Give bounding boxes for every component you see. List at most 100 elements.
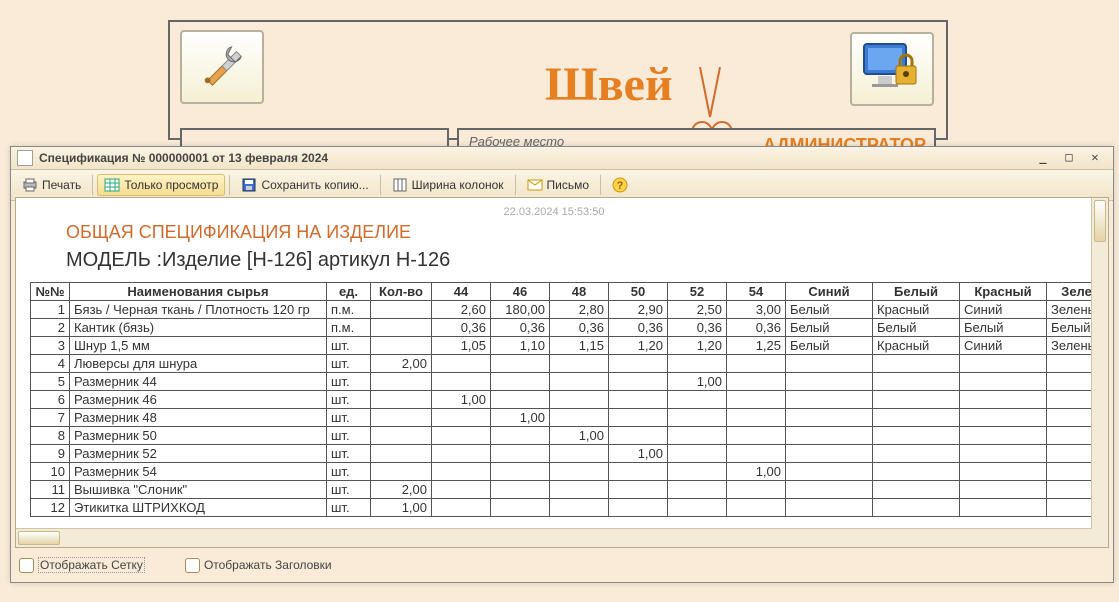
cell [960,373,1047,391]
table-row[interactable]: 6Размерник 46шт.1,00 [31,391,1093,409]
cell: Красный [873,337,960,355]
cell: Шнур 1,5 мм [70,337,327,355]
cell [550,499,609,517]
cell [786,355,873,373]
cell: Этикитка ШТРИХКОД [70,499,327,517]
cell: Размерник 50 [70,427,327,445]
cell [432,427,491,445]
cell [960,463,1047,481]
horizontal-scrollbar[interactable] [16,528,1092,547]
cell [960,391,1047,409]
cell: 1,00 [668,373,727,391]
cell: Люверсы для шнура [70,355,327,373]
cell [491,499,550,517]
window-titlebar[interactable]: Спецификация № 000000001 от 13 февраля 2… [11,147,1113,170]
cell: 0,36 [491,319,550,337]
cell: 1,00 [371,499,432,517]
table-row[interactable]: 8Размерник 50шт.1,00 [31,427,1093,445]
cell: Размерник 52 [70,445,327,463]
cell [786,409,873,427]
cell [550,445,609,463]
cell: 180,00 [491,301,550,319]
table-row[interactable]: 11Вышивка "Слоник"шт.2,00 [31,481,1093,499]
vertical-scrollbar[interactable] [1091,198,1108,529]
column-width-button[interactable]: Ширина колонок [385,174,511,196]
print-button[interactable]: Печать [15,174,88,196]
col-header-size-52: 52 [668,283,727,301]
col-header-size-46: 46 [491,283,550,301]
cell [432,499,491,517]
maximize-button[interactable]: □ [1057,150,1081,166]
cell [1047,355,1093,373]
show-grid-label: Отображать Сетку [38,557,145,573]
cell [873,463,960,481]
cell: Размерник 48 [70,409,327,427]
cell: Синий [960,337,1047,355]
table-row[interactable]: 5Размерник 44шт.1,00 [31,373,1093,391]
table-row[interactable]: 1Бязь / Черная ткань / Плотность 120 грп… [31,301,1093,319]
letter-button[interactable]: Письмо [520,174,597,196]
table-row[interactable]: 3Шнур 1,5 ммшт.1,051,101,151,201,201,25Б… [31,337,1093,355]
cell [609,499,668,517]
cell [1047,463,1093,481]
cell: 1 [31,301,70,319]
cell: 6 [31,391,70,409]
printer-icon [22,177,38,193]
cell [668,391,727,409]
svg-text:?: ? [617,180,624,192]
cell [491,427,550,445]
cell [873,481,960,499]
col-header-qty: Кол-во [371,283,432,301]
table-row[interactable]: 10Размерник 54шт.1,00 [31,463,1093,481]
cell [609,355,668,373]
cell [873,355,960,373]
col-header-name: Наименования сырья [70,283,327,301]
checkbox-box [19,558,34,573]
cell [371,319,432,337]
cell [609,409,668,427]
show-headers-checkbox[interactable]: Отображать Заголовки [185,558,332,573]
cell: 2,50 [668,301,727,319]
cell: 4 [31,355,70,373]
table-row[interactable]: 9Размерник 52шт.1,00 [31,445,1093,463]
cell: Бязь / Черная ткань / Плотность 120 гр [70,301,327,319]
cell: шт. [327,481,371,499]
help-button[interactable]: ? [605,174,635,196]
cell [727,409,786,427]
cell [491,373,550,391]
cell [550,463,609,481]
table-row[interactable]: 7Размерник 48шт.1,00 [31,409,1093,427]
view-only-button[interactable]: Только просмотр [97,174,225,196]
cell: Белый [873,319,960,337]
cell: 1,05 [432,337,491,355]
cell: 7 [31,409,70,427]
table-row[interactable]: 4Люверсы для шнурашт.2,00 [31,355,1093,373]
cell: 5 [31,373,70,391]
table-row[interactable]: 12Этикитка ШТРИХКОДшт.1,00 [31,499,1093,517]
cell [960,427,1047,445]
show-grid-checkbox[interactable]: Отображать Сетку [19,557,145,573]
minimize-button[interactable]: _ [1031,150,1055,166]
cell: 2,00 [371,355,432,373]
close-button[interactable]: ✕ [1083,150,1107,166]
monitor-lock-icon-box[interactable] [850,32,934,106]
document-window: Спецификация № 000000001 от 13 февраля 2… [10,146,1114,583]
cell: шт. [327,391,371,409]
cell [727,499,786,517]
cell: 1,20 [668,337,727,355]
cell [371,301,432,319]
window-title: Спецификация № 000000001 от 13 февраля 2… [39,151,328,165]
letter-label: Письмо [547,178,590,192]
cell [786,445,873,463]
cell [609,391,668,409]
cell: 1,00 [550,427,609,445]
cell [960,445,1047,463]
table-header-row: №№ Наименования сырья ед. Кол-во 44 46 4… [31,283,1093,301]
cell: шт. [327,445,371,463]
cell [727,391,786,409]
tools-icon-box[interactable] [180,30,264,104]
content-area: 22.03.2024 15:53:50 ОБЩАЯ СПЕЦИФИКАЦИЯ Н… [15,197,1109,548]
table-row[interactable]: 2Кантик (бязь)п.м.0,360,360,360,360,360,… [31,319,1093,337]
cell [432,481,491,499]
save-copy-button[interactable]: Сохранить копию... [234,174,375,196]
